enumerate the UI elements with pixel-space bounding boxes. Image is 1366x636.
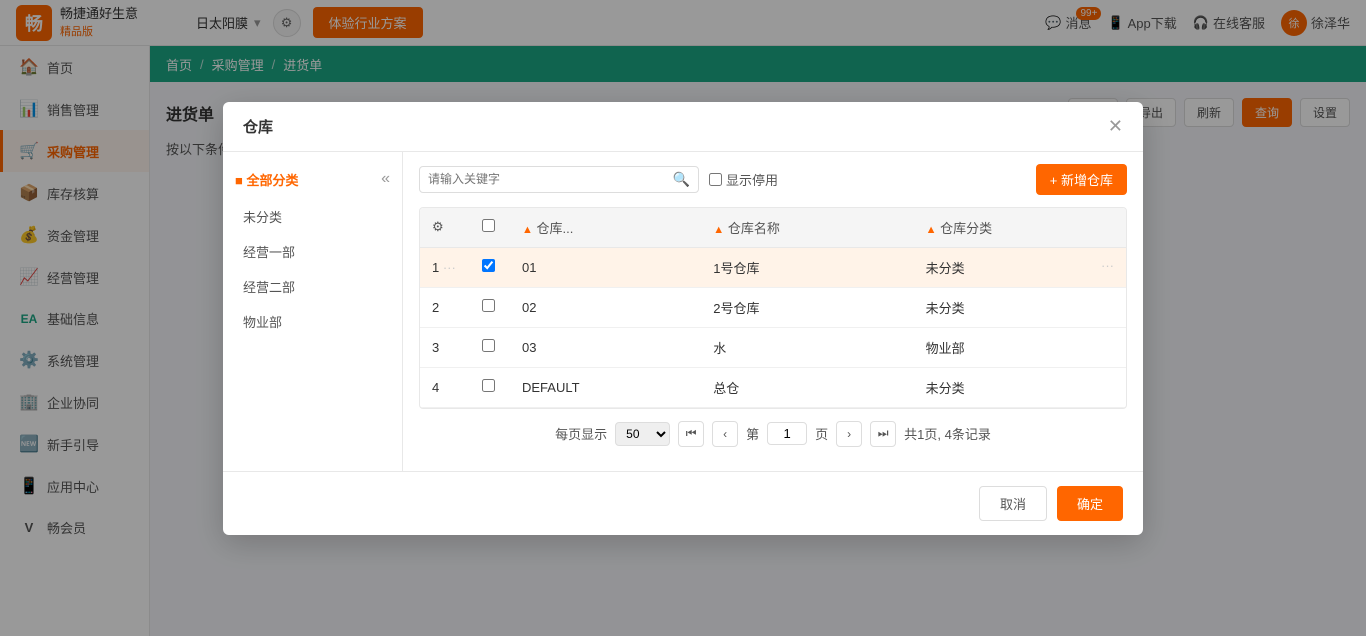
cancel-button[interactable]: 取消 (979, 486, 1047, 521)
select-all-checkbox[interactable] (482, 219, 495, 232)
show-disabled-checkbox[interactable] (709, 173, 722, 186)
page-size-select[interactable]: 50 100 200 (615, 422, 670, 446)
dialog-footer: 取消 确定 (223, 471, 1143, 535)
row-name: 总仓 (701, 367, 913, 407)
all-categories-label[interactable]: ■ 全部分类 (235, 170, 298, 189)
next-page-button[interactable]: › (836, 421, 862, 447)
row-no: 2 (420, 287, 470, 327)
table-row[interactable]: 3 03 水 物业部 (420, 327, 1126, 367)
row-select[interactable] (470, 247, 510, 287)
collapse-sidebar-button[interactable]: « (381, 170, 390, 188)
show-disabled-toggle[interactable]: 显示停用 (709, 170, 778, 189)
dialog-toolbar: 🔍 显示停用 + 新增仓库 (419, 164, 1127, 195)
table-row[interactable]: 4 DEFAULT 总仓 未分类 (420, 367, 1126, 407)
row-category: 未分类··· (914, 247, 1126, 287)
row-no: 3 (420, 327, 470, 367)
sort-icon2: ▲ (713, 224, 724, 236)
col-code: ▲ 仓库... (510, 208, 701, 248)
row-no: 4 (420, 367, 470, 407)
page-number-input[interactable] (767, 422, 807, 445)
category-item-ops2[interactable]: 经营二部 (223, 269, 402, 304)
dialog-sidebar: ■ 全部分类 « 未分类 经营一部 经营二部 物业部 (223, 152, 403, 471)
row-name: 水 (701, 327, 913, 367)
table-row[interactable]: 2 02 2号仓库 未分类 (420, 287, 1126, 327)
col-settings: ⚙ (420, 208, 470, 248)
row-category: 物业部 (914, 327, 1126, 367)
dialog-header: 仓库 ✕ (223, 102, 1143, 152)
row-category: 未分类 (914, 367, 1126, 407)
search-box[interactable]: 🔍 (419, 166, 699, 193)
category-item-property[interactable]: 物业部 (223, 304, 402, 339)
row-select[interactable] (470, 327, 510, 367)
confirm-button[interactable]: 确定 (1057, 486, 1123, 521)
sort-icon3: ▲ (926, 224, 937, 236)
dialog-close-button[interactable]: ✕ (1108, 116, 1123, 137)
col-checkbox (470, 208, 510, 248)
col-name: ▲ 仓库名称 (701, 208, 913, 248)
search-icon: 🔍 (673, 171, 690, 188)
row-code: 02 (510, 287, 701, 327)
col-category: ▲ 仓库分类 (914, 208, 1126, 248)
modal-overlay[interactable]: 仓库 ✕ ■ 全部分类 « 未分类 经营一部 经营二部 (0, 0, 1366, 636)
search-input[interactable] (428, 172, 673, 186)
pagination: 每页显示 50 100 200 ⏮ ‹ 第 页 › ⏭ 共1页, 4条记录 (419, 409, 1127, 459)
first-page-button[interactable]: ⏮ (678, 421, 704, 447)
row-category: 未分类 (914, 287, 1126, 327)
table-header-row: ⚙ ▲ 仓库... ▲ (420, 208, 1126, 248)
last-page-button[interactable]: ⏭ (870, 421, 896, 447)
dialog-main: 🔍 显示停用 + 新增仓库 ⚙ (403, 152, 1143, 471)
dialog-body: ■ 全部分类 « 未分类 经营一部 经营二部 物业部 (223, 152, 1143, 471)
table-row[interactable]: 1 ··· 01 1号仓库 未分类··· (420, 247, 1126, 287)
add-warehouse-button[interactable]: + 新增仓库 (1036, 164, 1127, 195)
sort-icon: ▲ (522, 224, 533, 236)
category-item-ops1[interactable]: 经营一部 (223, 234, 402, 269)
row-name: 2号仓库 (701, 287, 913, 327)
row-code: 03 (510, 327, 701, 367)
settings-col-icon[interactable]: ⚙ (432, 219, 444, 234)
category-item-unclassified[interactable]: 未分类 (223, 199, 402, 234)
row-select[interactable] (470, 367, 510, 407)
dialog-sidebar-header: ■ 全部分类 « (223, 164, 402, 199)
row-name: 1号仓库 (701, 247, 913, 287)
warehouse-table: ⚙ ▲ 仓库... ▲ (419, 207, 1127, 409)
row-select[interactable] (470, 287, 510, 327)
row-code: DEFAULT (510, 367, 701, 407)
dialog-title: 仓库 (243, 116, 273, 137)
row-code: 01 (510, 247, 701, 287)
prev-page-button[interactable]: ‹ (712, 421, 738, 447)
warehouse-dialog: 仓库 ✕ ■ 全部分类 « 未分类 经营一部 经营二部 (223, 102, 1143, 535)
row-no: 1 ··· (420, 247, 470, 287)
